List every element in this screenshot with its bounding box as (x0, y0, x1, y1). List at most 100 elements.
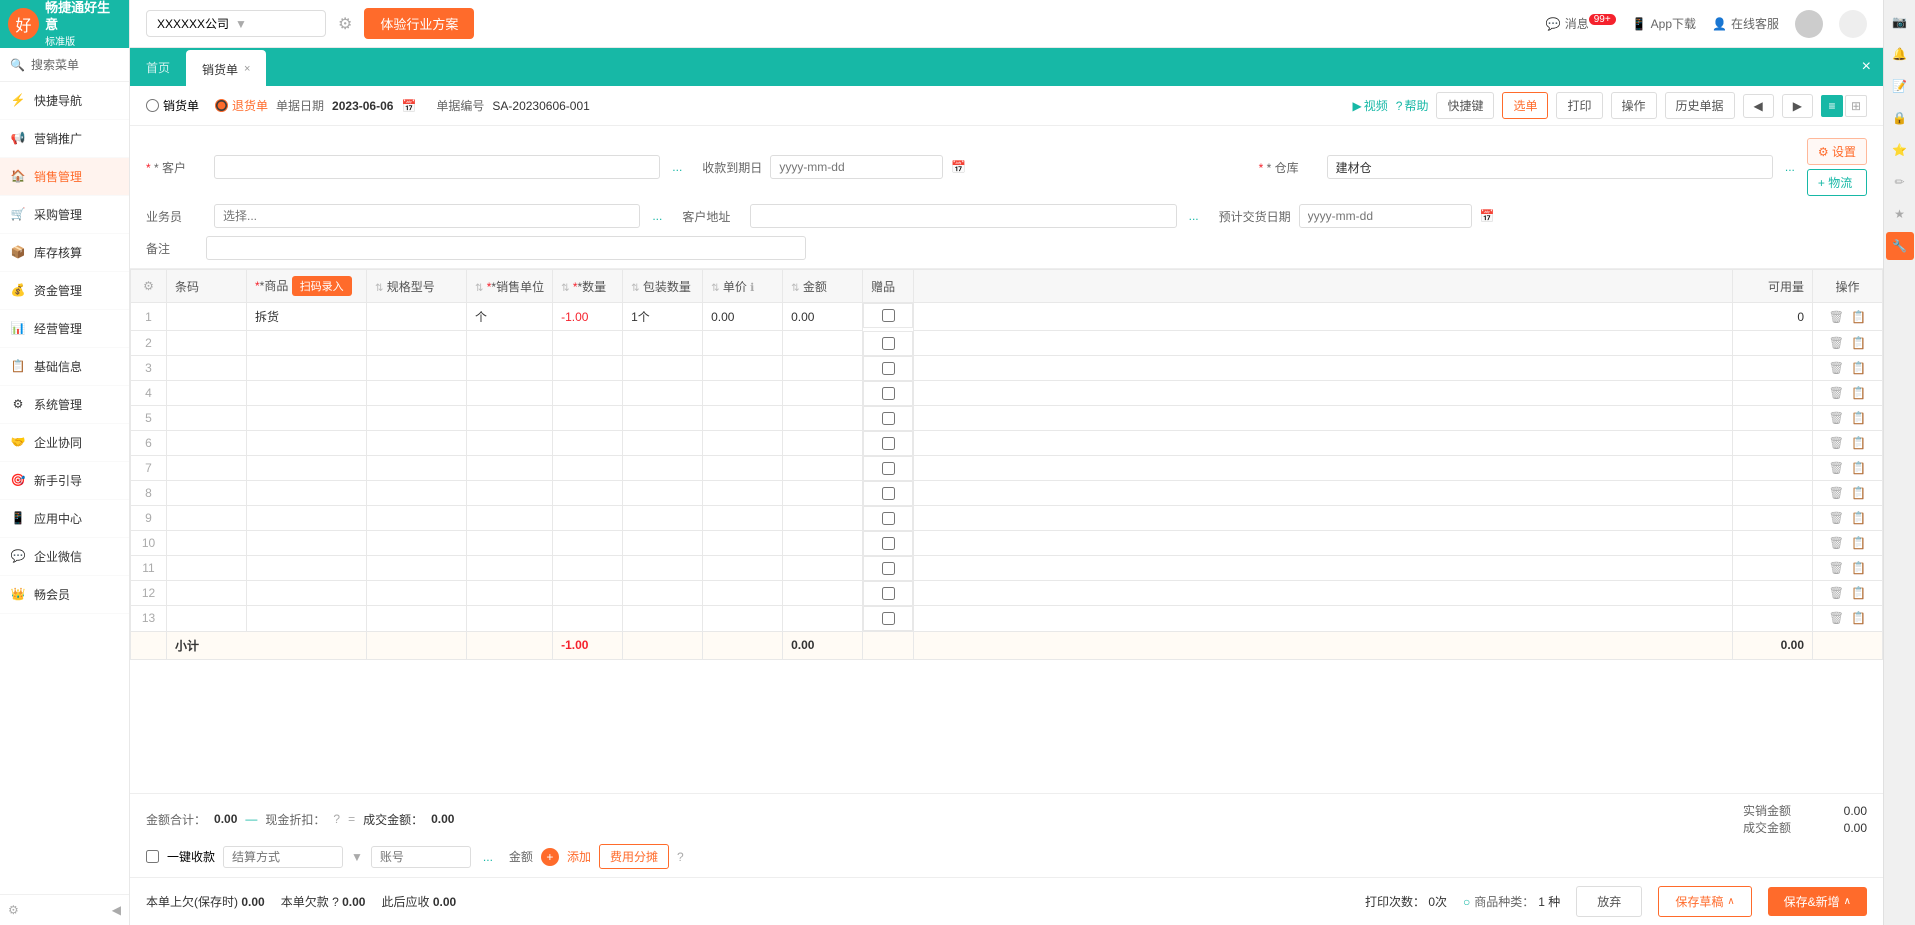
row-spec[interactable] (367, 481, 467, 506)
gear-icon[interactable]: ⚙ (338, 14, 352, 34)
row-qty[interactable] (553, 556, 623, 581)
row-pack[interactable] (623, 606, 703, 632)
row-barcode[interactable] (167, 606, 247, 632)
owed-help-icon[interactable]: ? (332, 895, 339, 909)
row-gift[interactable] (863, 506, 913, 531)
gift-checkbox[interactable] (882, 512, 895, 525)
sidebar-item-business[interactable]: 📊 经营管理 (0, 310, 129, 348)
row-amount[interactable] (783, 431, 863, 456)
settings-button[interactable]: ⚙ ⚙ 设置设置 (1807, 138, 1867, 165)
row-price[interactable] (703, 531, 783, 556)
row-spec[interactable] (367, 356, 467, 381)
row-price[interactable] (703, 581, 783, 606)
calendar-icon[interactable]: 📅 (401, 99, 416, 113)
message-item[interactable]: 💬 消息 99+ (1546, 15, 1616, 32)
delete-icon[interactable]: 🗑 (1829, 336, 1844, 350)
row-spec[interactable] (367, 506, 467, 531)
row-spec[interactable] (367, 431, 467, 456)
row-pack[interactable]: 1个 (623, 303, 703, 331)
right-icon-5[interactable]: ⭐ (1886, 136, 1914, 164)
row-gift[interactable] (863, 531, 913, 556)
row-qty[interactable] (553, 431, 623, 456)
copy-icon[interactable]: 📋 (1851, 436, 1866, 450)
row-price[interactable] (703, 606, 783, 632)
row-product[interactable] (247, 331, 367, 356)
view-btn-grid[interactable]: ⊞ (1845, 95, 1867, 117)
copy-icon[interactable]: 📋 (1851, 536, 1866, 550)
calc-method-dropdown-icon[interactable]: ▼ (351, 850, 363, 864)
warehouse-dots[interactable]: ... (1785, 160, 1795, 174)
avatar[interactable] (1795, 10, 1823, 38)
row-gift[interactable] (863, 556, 913, 581)
row-unit[interactable] (467, 556, 553, 581)
save-draft-chevron[interactable]: ∧ (1727, 896, 1734, 907)
delete-icon[interactable]: 🗑 (1829, 611, 1844, 625)
tab-sale-order[interactable]: 销货单 × (186, 50, 266, 88)
delete-icon[interactable]: 🗑 (1829, 536, 1844, 550)
row-product[interactable]: 拆货 (247, 303, 367, 331)
row-unit[interactable] (467, 531, 553, 556)
next-btn[interactable]: ▶ (1782, 94, 1813, 118)
row-barcode[interactable] (167, 303, 247, 331)
row-qty[interactable] (553, 456, 623, 481)
sidebar-item-marketing[interactable]: 📢 营销推广 (0, 120, 129, 158)
right-icon-8[interactable]: 🔧 (1886, 232, 1914, 260)
row-barcode[interactable] (167, 431, 247, 456)
row-pack[interactable] (623, 406, 703, 431)
row-unit[interactable] (467, 506, 553, 531)
row-product[interactable] (247, 381, 367, 406)
row-amount[interactable] (783, 381, 863, 406)
row-pack[interactable] (623, 456, 703, 481)
row-amount[interactable] (783, 406, 863, 431)
right-icon-7[interactable]: ★ (1886, 200, 1914, 228)
row-gift[interactable] (863, 303, 913, 328)
copy-icon[interactable]: 📋 (1851, 461, 1866, 475)
gift-checkbox[interactable] (882, 562, 895, 575)
row-qty[interactable] (553, 331, 623, 356)
delete-icon[interactable]: 🗑 (1829, 361, 1844, 375)
row-product[interactable] (247, 431, 367, 456)
expected-date-input[interactable] (1299, 204, 1472, 228)
tab-home[interactable]: 首页 (130, 48, 186, 86)
row-spec[interactable] (367, 303, 467, 331)
sidebar-item-inventory[interactable]: 📦 库存核算 (0, 234, 129, 272)
row-product[interactable] (247, 581, 367, 606)
sidebar-item-basic[interactable]: 📋 基础信息 (0, 348, 129, 386)
copy-icon[interactable]: 📋 (1851, 586, 1866, 600)
sidebar-item-sales[interactable]: 🏠 销售管理 (0, 158, 129, 196)
row-pack[interactable] (623, 481, 703, 506)
row-barcode[interactable] (167, 331, 247, 356)
gift-checkbox[interactable] (882, 437, 895, 450)
row-qty[interactable] (553, 381, 623, 406)
delete-icon[interactable]: 🗑 (1829, 411, 1844, 425)
row-amount[interactable] (783, 456, 863, 481)
right-icon-1[interactable]: 📷 (1886, 8, 1914, 36)
row-product[interactable] (247, 356, 367, 381)
gift-checkbox[interactable] (882, 362, 895, 375)
operation-btn[interactable]: 操作 (1611, 92, 1657, 119)
copy-icon[interactable]: 📋 (1851, 611, 1866, 625)
payment-due-cal-icon[interactable]: 📅 (951, 160, 966, 174)
row-product[interactable] (247, 481, 367, 506)
row-pack[interactable] (623, 531, 703, 556)
online-service-item[interactable]: 👤 在线客服 (1712, 15, 1779, 32)
row-product[interactable] (247, 606, 367, 632)
sidebar-item-guide[interactable]: 🎯 新手引导 (0, 462, 129, 500)
tab-close-main-icon[interactable]: × (1862, 58, 1871, 76)
row-product[interactable] (247, 531, 367, 556)
row-spec[interactable] (367, 381, 467, 406)
row-price[interactable] (703, 456, 783, 481)
row-barcode[interactable] (167, 381, 247, 406)
help-icon[interactable]: ? 帮助 (1396, 97, 1429, 114)
row-product[interactable] (247, 506, 367, 531)
payment-due-input[interactable] (770, 155, 943, 179)
copy-icon[interactable]: 📋 (1851, 361, 1866, 375)
add-button[interactable]: + (541, 848, 559, 866)
row-qty[interactable] (553, 531, 623, 556)
row-gift[interactable] (863, 431, 913, 456)
row-amount[interactable]: 0.00 (783, 303, 863, 331)
row-pack[interactable] (623, 581, 703, 606)
row-barcode[interactable] (167, 406, 247, 431)
avatar2[interactable] (1839, 10, 1867, 38)
row-unit[interactable] (467, 381, 553, 406)
